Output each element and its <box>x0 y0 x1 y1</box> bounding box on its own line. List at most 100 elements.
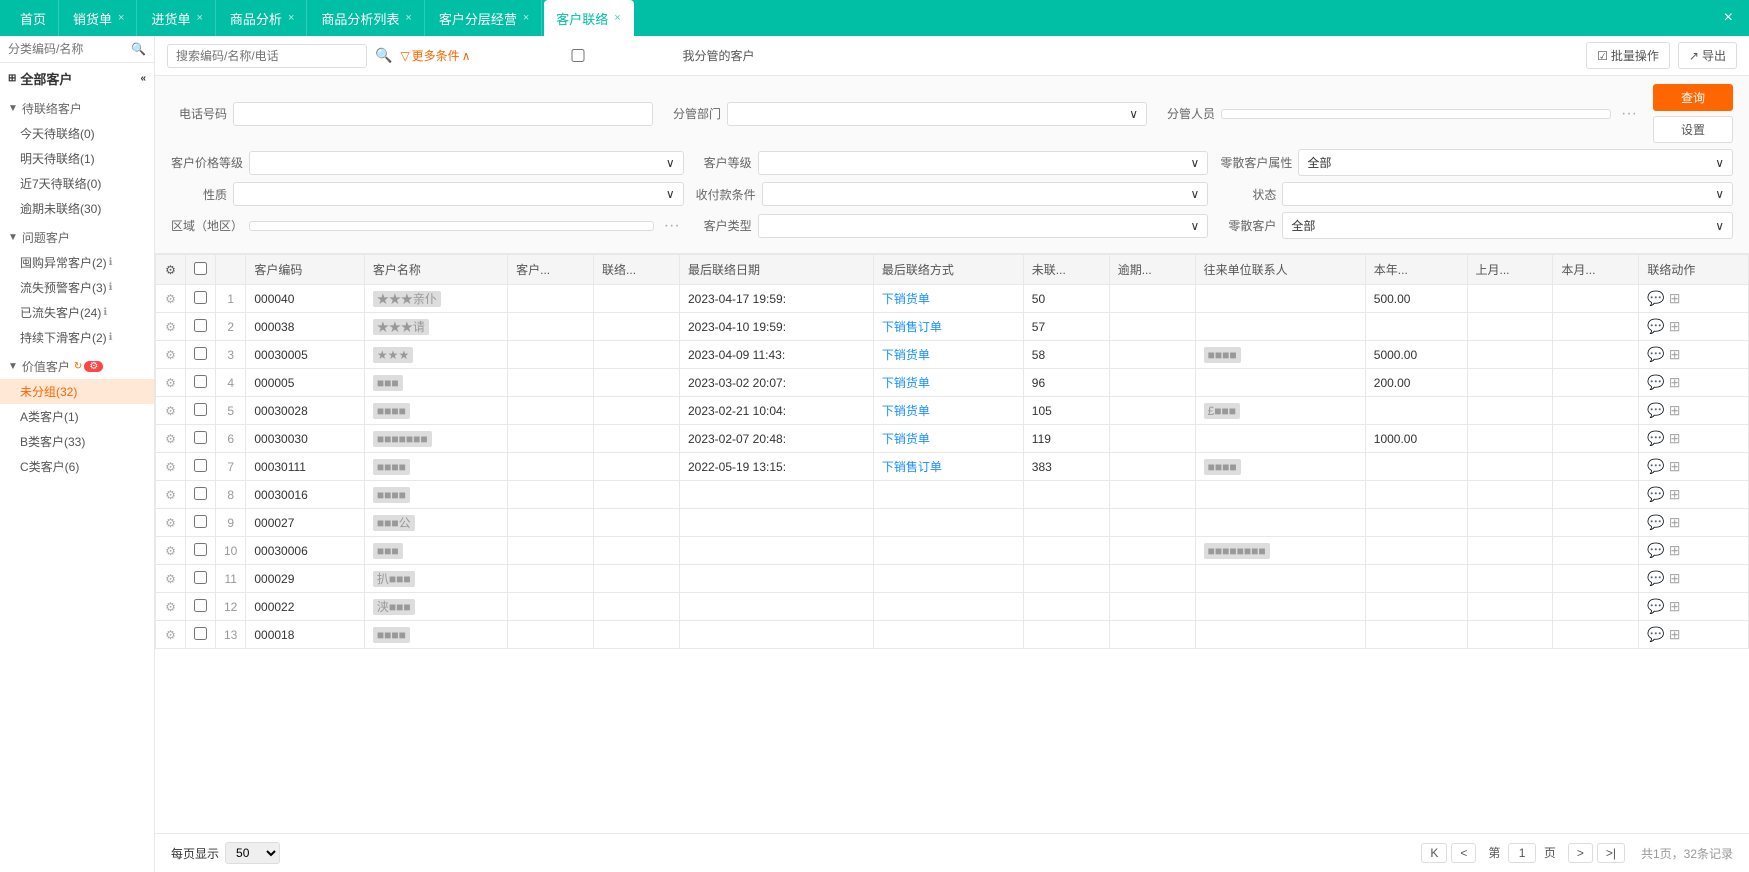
this-month-col-header[interactable]: 本月... <box>1553 255 1639 285</box>
nav-tab-customer-contact[interactable]: 客户联络 × <box>544 0 633 36</box>
sidebar-search-icon[interactable]: 🔍 <box>131 42 146 56</box>
more-icon[interactable]: ⊞ <box>1669 374 1681 391</box>
code-col-header[interactable]: 客户编码 <box>246 255 365 285</box>
sidebar-item-hoarding[interactable]: 囤购异常客户(2) ℹ <box>0 250 154 275</box>
last-page-btn[interactable]: >| <box>1597 843 1625 863</box>
row-gear-icon[interactable]: ⚙ <box>165 572 176 586</box>
row-checkbox[interactable] <box>194 627 207 640</box>
more-icon[interactable]: ⊞ <box>1669 570 1681 587</box>
row-gear-icon[interactable]: ⚙ <box>165 488 176 502</box>
search-filter-icon[interactable]: 🔍 <box>375 47 392 64</box>
row-checkbox[interactable] <box>194 403 207 416</box>
row-checkbox[interactable] <box>194 431 207 444</box>
row-method-link[interactable]: 下销售订单 <box>882 460 942 474</box>
close-purchase-tab[interactable]: × <box>196 12 202 24</box>
status-select[interactable]: ∨ <box>1282 182 1733 206</box>
batch-operate-btn[interactable]: ☑ 批量操作 <box>1586 42 1670 69</box>
row-gear-icon[interactable]: ⚙ <box>165 600 176 614</box>
chat-icon[interactable]: 💬 <box>1647 570 1664 587</box>
row-checkbox[interactable] <box>194 375 207 388</box>
last-method-col-header[interactable]: 最后联络方式 <box>873 255 1023 285</box>
pending-group-title[interactable]: ▼ 待联络客户 <box>0 96 154 121</box>
more-icon[interactable]: ⊞ <box>1669 458 1681 475</box>
chat-icon[interactable]: 💬 <box>1647 626 1664 643</box>
nav-tab-analysis[interactable]: 商品分析 × <box>218 0 307 36</box>
contact-col-header[interactable]: 联络... <box>594 255 680 285</box>
row-gear-icon[interactable]: ⚙ <box>165 348 176 362</box>
checkbox-col-header[interactable] <box>186 255 216 285</box>
row-checkbox[interactable] <box>194 291 207 304</box>
more-icon[interactable]: ⊞ <box>1669 626 1681 643</box>
problem-group-title[interactable]: ▼ 问题客户 <box>0 225 154 250</box>
chat-icon[interactable]: 💬 <box>1647 430 1664 447</box>
region-select[interactable] <box>249 221 654 231</box>
value-group-title[interactable]: ▼ 价值客户 ↻ ⚙ <box>0 354 154 379</box>
prev-page-btn[interactable]: < <box>1451 843 1476 863</box>
more-icon[interactable]: ⊞ <box>1669 318 1681 335</box>
nav-tab-sales[interactable]: 销货单 × <box>61 0 137 36</box>
chat-icon[interactable]: 💬 <box>1647 290 1664 307</box>
customer-level-select[interactable]: ∨ <box>758 151 1209 175</box>
chat-icon[interactable]: 💬 <box>1647 486 1664 503</box>
more-conditions-btn[interactable]: ▽ 更多条件 ∧ <box>400 47 470 64</box>
export-btn[interactable]: ↗ 导出 <box>1678 42 1737 69</box>
sidebar-item-class-a[interactable]: A类客户(1) <box>0 404 154 429</box>
region-dots-btn[interactable]: ··· <box>660 217 684 235</box>
type-col-header[interactable]: 客户... <box>508 255 594 285</box>
more-icon[interactable]: ⊞ <box>1669 430 1681 447</box>
last-month-col-header[interactable]: 上月... <box>1467 255 1553 285</box>
page-size-select[interactable]: 50 20 100 <box>225 842 280 864</box>
row-last-method[interactable] <box>873 509 1023 537</box>
row-last-method[interactable]: 下销货单 <box>873 285 1023 313</box>
row-last-method[interactable]: 下销货单 <box>873 341 1023 369</box>
overdue-col-header[interactable]: 逾期... <box>1109 255 1195 285</box>
more-icon[interactable]: ⊞ <box>1669 290 1681 307</box>
chat-icon[interactable]: 💬 <box>1647 318 1664 335</box>
row-last-method[interactable] <box>873 621 1023 649</box>
next-page-btn[interactable]: > <box>1568 843 1593 863</box>
name-col-header[interactable]: 客户名称 <box>364 255 507 285</box>
row-checkbox[interactable] <box>194 571 207 584</box>
row-method-link[interactable]: 下销货单 <box>882 348 930 362</box>
chat-icon[interactable]: 💬 <box>1647 598 1664 615</box>
row-gear-icon[interactable]: ⚙ <box>165 544 176 558</box>
gear-col-header[interactable]: ⚙ <box>156 255 186 285</box>
retail-attr-select[interactable]: 全部 ∨ <box>1298 149 1733 176</box>
more-icon[interactable]: ⊞ <box>1669 402 1681 419</box>
reset-button[interactable]: 设置 <box>1653 116 1733 143</box>
search-input[interactable] <box>167 44 367 68</box>
retail-select[interactable]: 全部 ∨ <box>1282 212 1733 239</box>
row-method-link[interactable]: 下销售订单 <box>882 320 942 334</box>
close-sales-tab[interactable]: × <box>118 12 124 24</box>
sidebar-item-class-b[interactable]: B类客户(33) <box>0 429 154 454</box>
row-gear-icon[interactable]: ⚙ <box>165 628 176 642</box>
chat-icon[interactable]: 💬 <box>1647 374 1664 391</box>
nav-tab-analysis-list[interactable]: 商品分析列表 × <box>309 0 424 36</box>
row-gear-icon[interactable]: ⚙ <box>165 320 176 334</box>
row-checkbox[interactable] <box>194 543 207 556</box>
manager-input[interactable] <box>1221 109 1611 119</box>
row-last-method[interactable] <box>873 537 1023 565</box>
more-icon[interactable]: ⊞ <box>1669 598 1681 615</box>
nav-tab-customer-tier[interactable]: 客户分层经营 × <box>427 0 542 36</box>
more-icon[interactable]: ⊞ <box>1669 346 1681 363</box>
row-last-method[interactable] <box>873 481 1023 509</box>
row-gear-icon[interactable]: ⚙ <box>165 292 176 306</box>
row-gear-icon[interactable]: ⚙ <box>165 432 176 446</box>
chat-icon[interactable]: 💬 <box>1647 542 1664 559</box>
row-checkbox[interactable] <box>194 347 207 360</box>
sidebar-item-today[interactable]: 今天待联络(0) <box>0 121 154 146</box>
inter-contact-col-header[interactable]: 往来单位联系人 <box>1195 255 1365 285</box>
nav-tab-home[interactable]: 首页 <box>8 0 59 36</box>
row-method-link[interactable]: 下销货单 <box>882 292 930 306</box>
sidebar-item-ungroup[interactable]: 未分组(32) <box>0 379 154 404</box>
row-method-link[interactable]: 下销货单 <box>882 404 930 418</box>
my-customers-checkbox[interactable] <box>478 49 678 62</box>
row-checkbox[interactable] <box>194 319 207 332</box>
sidebar-search-input[interactable] <box>8 42 127 56</box>
more-icon[interactable]: ⊞ <box>1669 542 1681 559</box>
row-method-link[interactable]: 下销货单 <box>882 432 930 446</box>
customer-type-select[interactable]: ∨ <box>758 214 1209 238</box>
close-customer-tier-tab[interactable]: × <box>523 12 529 24</box>
row-last-method[interactable] <box>873 565 1023 593</box>
